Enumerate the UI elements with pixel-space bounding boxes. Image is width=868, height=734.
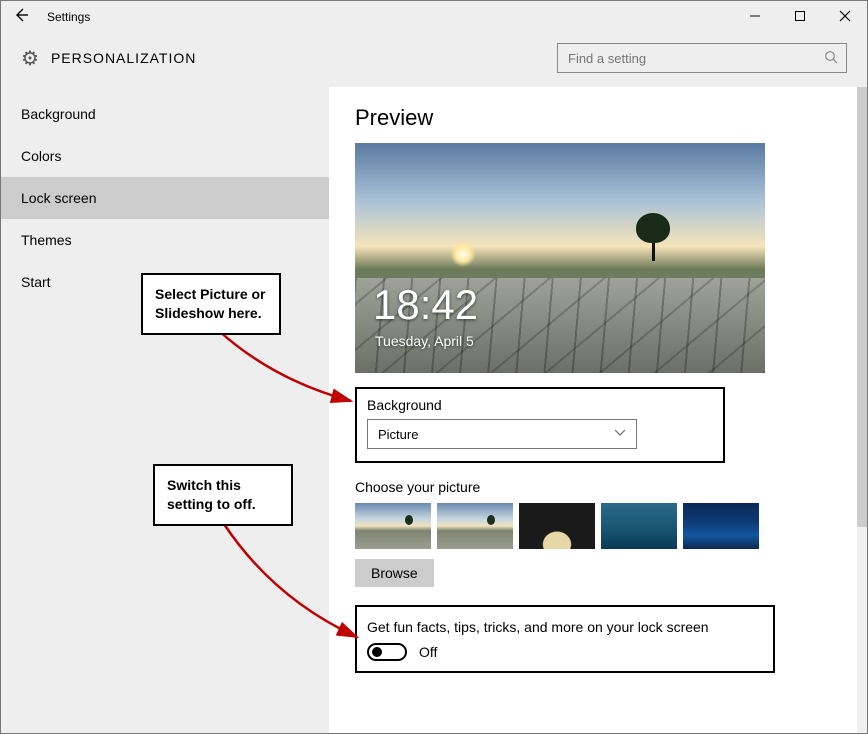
sidebar-item-label: Colors	[21, 148, 61, 164]
picture-thumbnail[interactable]	[601, 503, 677, 549]
window-title: Settings	[47, 10, 90, 24]
sidebar-item-lock-screen[interactable]: Lock screen	[1, 177, 329, 219]
search-icon[interactable]	[824, 50, 838, 67]
search-box[interactable]	[557, 43, 847, 73]
toggle-knob	[372, 647, 382, 657]
minimize-button[interactable]	[732, 1, 777, 31]
chevron-down-icon	[614, 428, 626, 440]
body: Background Colors Lock screen Themes Sta…	[1, 87, 867, 733]
gear-icon: ⚙	[21, 46, 39, 71]
picture-thumbnail[interactable]	[519, 503, 595, 549]
picture-thumbnail[interactable]	[437, 503, 513, 549]
annotation-callout-2: Switch this setting to off.	[153, 464, 293, 526]
picture-thumbnail[interactable]	[683, 503, 759, 549]
settings-window: Settings ⚙ PERSONALIZATION	[0, 0, 868, 734]
preview-time: 18:42	[373, 281, 478, 329]
dropdown-value: Picture	[378, 427, 418, 442]
preview-date: Tuesday, April 5	[375, 333, 474, 349]
background-label: Background	[367, 397, 713, 413]
funfacts-state: Off	[419, 644, 437, 660]
sidebar-item-label: Start	[21, 274, 51, 290]
header: ⚙ PERSONALIZATION	[1, 33, 867, 87]
close-button[interactable]	[822, 1, 867, 31]
sidebar: Background Colors Lock screen Themes Sta…	[1, 87, 329, 733]
lock-screen-preview: 18:42 Tuesday, April 5	[355, 143, 765, 373]
window-controls	[732, 1, 867, 31]
category-title: PERSONALIZATION	[51, 50, 196, 66]
sidebar-item-themes[interactable]: Themes	[1, 219, 329, 261]
choose-picture-label: Choose your picture	[355, 479, 841, 495]
funfacts-group-highlight: Get fun facts, tips, tricks, and more on…	[355, 605, 775, 673]
funfacts-label: Get fun facts, tips, tricks, and more on…	[367, 619, 763, 635]
tree-icon	[636, 213, 670, 261]
sidebar-item-colors[interactable]: Colors	[1, 135, 329, 177]
back-button[interactable]	[1, 6, 41, 29]
sidebar-item-label: Lock screen	[21, 190, 96, 206]
picture-thumbnails	[355, 503, 841, 549]
sun-icon	[450, 241, 476, 267]
funfacts-toggle[interactable]	[367, 643, 407, 661]
sidebar-item-background[interactable]: Background	[1, 93, 329, 135]
scrollbar[interactable]	[857, 87, 867, 733]
background-dropdown[interactable]: Picture	[367, 419, 637, 449]
maximize-button[interactable]	[777, 1, 822, 31]
background-group-highlight: Background Picture	[355, 387, 725, 463]
preview-heading: Preview	[355, 105, 841, 131]
content-pane: Preview 18:42 Tuesday, April 5 Backgroun…	[329, 87, 867, 733]
scroll-thumb[interactable]	[857, 87, 867, 527]
search-input[interactable]	[566, 50, 824, 67]
titlebar: Settings	[1, 1, 867, 33]
picture-thumbnail[interactable]	[355, 503, 431, 549]
annotation-callout-1: Select Picture or Slideshow here.	[141, 273, 281, 335]
browse-button[interactable]: Browse	[355, 559, 434, 587]
sidebar-item-label: Background	[21, 106, 96, 122]
sidebar-item-label: Themes	[21, 232, 72, 248]
